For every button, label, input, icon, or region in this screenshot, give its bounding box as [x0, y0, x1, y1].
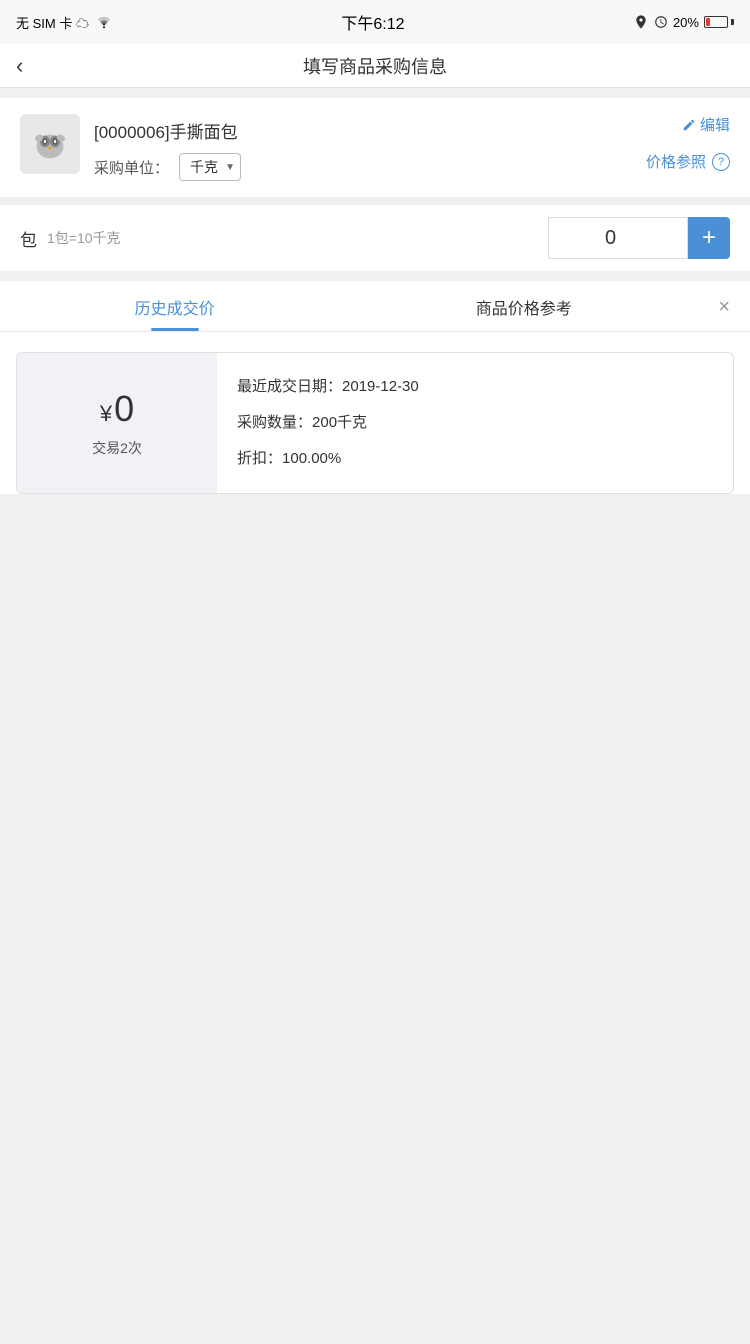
unit-select-wrapper[interactable]: 千克 ▼ — [179, 153, 241, 181]
status-bar: 无 SIM 卡 ☁ 下午6:12 20% — [0, 0, 750, 44]
quantity-conversion: 1包=10千克 — [47, 228, 121, 248]
price-card-left: ¥0 交易2次 — [17, 353, 217, 493]
price-detail-discount: 折扣：100.00% — [237, 447, 713, 471]
tab-section: 历史成交价 商品价格参考 × ¥0 交易2次 最近成交日期：2019-12-30 — [0, 281, 750, 494]
quantity-section: 包 1包=10千克 + — [0, 197, 750, 271]
unit-select-arrow: ▼ — [225, 162, 235, 173]
edit-button[interactable]: 编辑 — [682, 114, 730, 135]
product-image — [29, 123, 71, 165]
price-ref-button[interactable]: 价格参照 ? — [646, 151, 730, 172]
page-title: 填写商品采购信息 — [303, 53, 447, 79]
status-right: 20% — [633, 14, 734, 30]
product-name: [0000006]手撕面包 — [94, 118, 241, 143]
battery-percent: 20% — [673, 15, 699, 30]
tab-product-price-ref[interactable]: 商品价格参考 — [349, 281, 698, 331]
price-trade-count: 交易2次 — [92, 438, 142, 458]
edit-label: 编辑 — [700, 114, 730, 135]
nav-bar: ‹ 填写商品采购信息 — [0, 44, 750, 88]
price-card-right: 最近成交日期：2019-12-30 采购数量：200千克 折扣：100.00% — [217, 353, 733, 493]
product-info: [0000006]手撕面包 采购单位： 千克 ▼ — [94, 114, 241, 181]
quantity-input-group: + — [548, 217, 730, 259]
detail-discount-value: 100.00% — [282, 450, 341, 467]
price-detail-date: 最近成交日期：2019-12-30 — [237, 375, 713, 399]
price-detail-qty: 采购数量：200千克 — [237, 411, 713, 435]
location-icon — [633, 14, 649, 30]
price-ref-icon: ? — [712, 153, 730, 171]
sim-label: 无 SIM 卡 ☁ — [16, 13, 89, 32]
detail-discount-label: 折扣： — [237, 450, 282, 467]
product-thumbnail — [20, 114, 80, 174]
detail-qty-value: 200千克 — [312, 414, 367, 431]
price-currency: ¥ — [100, 401, 112, 426]
main-content: [0000006]手撕面包 采购单位： 千克 ▼ 编辑 — [0, 98, 750, 1344]
tab-underline — [151, 328, 199, 331]
battery-icon — [704, 16, 734, 28]
product-card: [0000006]手撕面包 采购单位： 千克 ▼ 编辑 — [0, 98, 750, 197]
detail-date-label: 最近成交日期： — [237, 378, 342, 395]
price-card: ¥0 交易2次 最近成交日期：2019-12-30 采购数量：200千克 折扣：… — [16, 352, 734, 494]
product-unit-row: 采购单位： 千克 ▼ — [94, 153, 241, 181]
detail-date-value: 2019-12-30 — [342, 378, 419, 395]
wifi-icon — [95, 15, 113, 29]
price-value: 0 — [114, 388, 134, 429]
alarm-icon — [654, 15, 668, 29]
back-button[interactable]: ‹ — [16, 53, 23, 79]
quantity-input[interactable] — [548, 217, 688, 259]
price-ref-label: 价格参照 — [646, 151, 706, 172]
unit-label: 采购单位： — [94, 157, 169, 178]
status-time: 下午6:12 — [341, 10, 404, 34]
status-left: 无 SIM 卡 ☁ — [16, 13, 113, 32]
tab-history-price[interactable]: 历史成交价 — [0, 281, 349, 331]
quantity-label-group: 包 1包=10千克 — [20, 226, 121, 251]
price-amount: ¥0 — [100, 388, 134, 430]
edit-icon — [682, 118, 696, 132]
quantity-plus-button[interactable]: + — [688, 217, 730, 259]
detail-qty-label: 采购数量： — [237, 414, 312, 431]
quantity-unit: 包 — [20, 226, 37, 251]
tab-bar: 历史成交价 商品价格参考 × — [0, 281, 750, 332]
tab-close-button[interactable]: × — [698, 283, 750, 329]
